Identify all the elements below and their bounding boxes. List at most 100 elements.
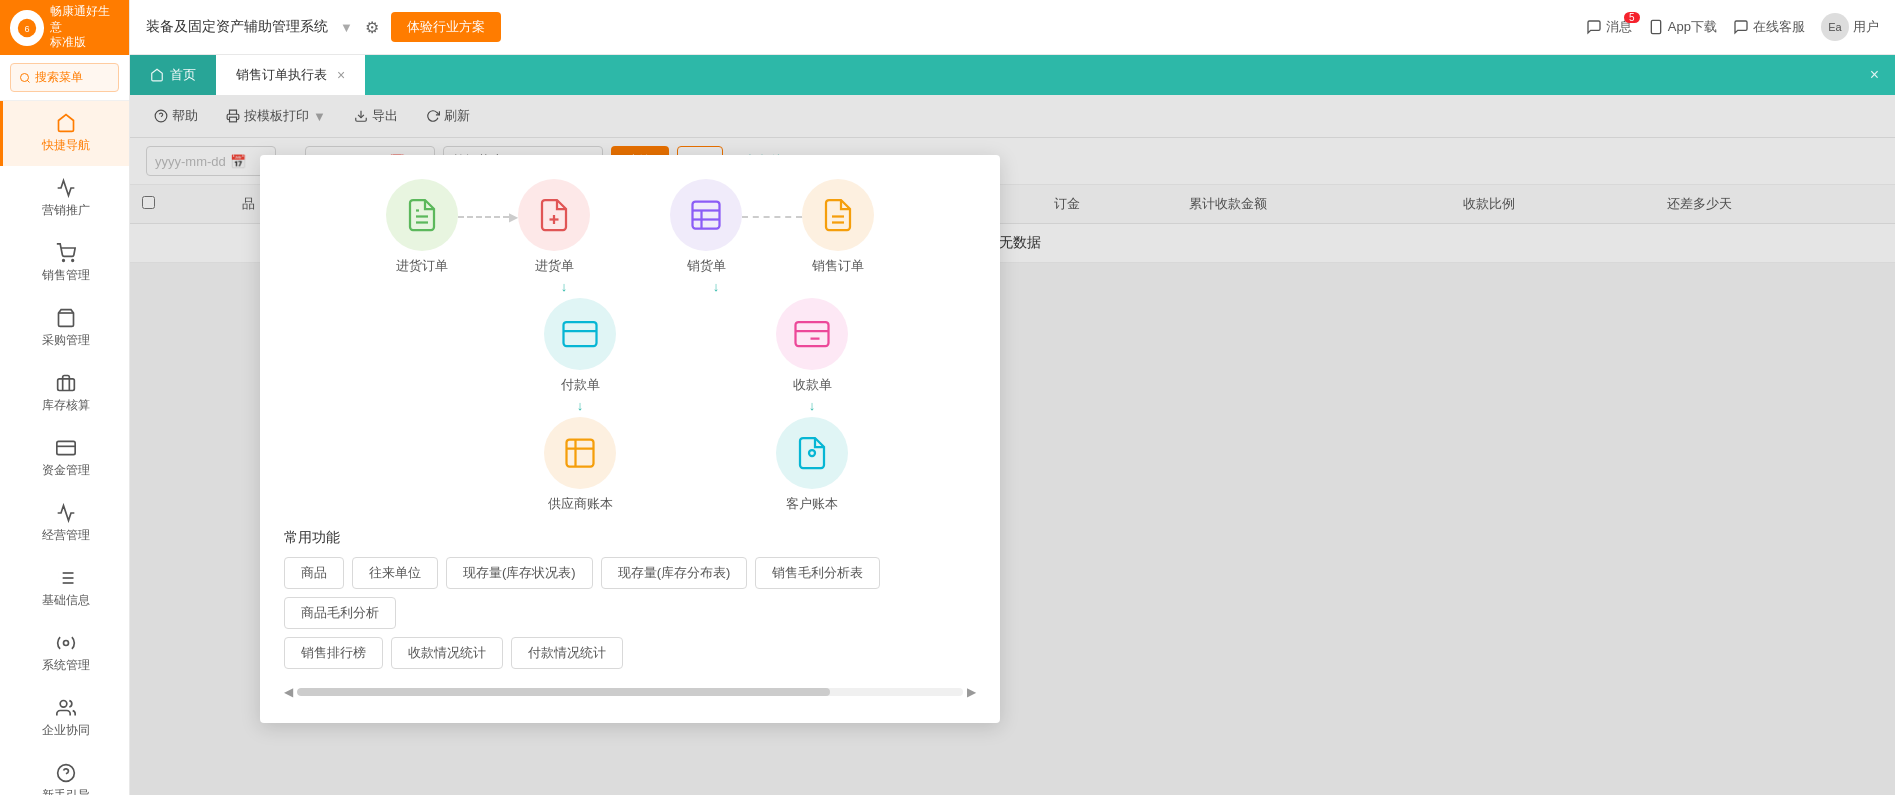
svg-point-16 (60, 701, 67, 708)
payment-bill-circle[interactable] (544, 298, 616, 370)
sidebar-search: 搜索菜单 (0, 55, 129, 101)
sidebar-item-inventory[interactable]: 库存核算 (0, 361, 129, 426)
svg-rect-39 (567, 440, 594, 467)
func-btn-3[interactable]: 现存量(库存分布表) (601, 557, 748, 589)
common-funcs-title: 常用功能 (284, 529, 976, 547)
supplier-account-node: 供应商账本 (544, 417, 616, 513)
logo-text-line1: 畅康通好生意 (50, 4, 119, 35)
popup-scrollbar: ◀ ▶ (284, 685, 976, 699)
tab-home[interactable]: 首页 (130, 55, 216, 95)
func-btn-0[interactable]: 商品 (284, 557, 344, 589)
search-menu-button[interactable]: 搜索菜单 (10, 63, 119, 92)
func-btn-1[interactable]: 往来单位 (352, 557, 438, 589)
experience-btn[interactable]: 体验行业方案 (391, 12, 501, 42)
sidebar-item-enterprise[interactable]: 企业协同 (0, 686, 129, 751)
main-area: 装备及固定资产辅助管理系统 ▼ ⚙ 体验行业方案 消息 5 App下载 在线客服 (130, 0, 1895, 795)
svg-rect-6 (58, 379, 75, 391)
down-arrow-purchase: ↓ (528, 279, 600, 294)
svg-point-15 (64, 641, 69, 646)
customer-account-node: 客户账本 (776, 417, 848, 513)
flow-row-2: 付款单 收款单 (412, 298, 848, 394)
sales-order-flow-label: 销售订单 (812, 257, 864, 275)
logo-text-line2: 标准版 (50, 35, 119, 51)
svg-point-4 (72, 260, 74, 262)
content-area: 帮助 按模板打印 ▼ 导出 刷新 yyyy-m (130, 95, 1895, 795)
sidebar-item-finance[interactable]: 资金管理 (0, 426, 129, 491)
func-btn-4[interactable]: 销售毛利分析表 (755, 557, 880, 589)
func-btn-2[interactable]: 现存量(库存状况表) (446, 557, 593, 589)
scroll-left-arrow[interactable]: ◀ (284, 685, 293, 699)
sidebar-item-basic-info[interactable]: 基础信息 (0, 556, 129, 621)
svg-rect-7 (57, 441, 75, 454)
message-badge: 5 (1624, 12, 1640, 23)
svg-text:6: 6 (25, 23, 30, 33)
purchase-bill-label: 进货单 (535, 257, 574, 275)
scrollbar-track[interactable] (297, 688, 963, 696)
sales-bill-label: 销货单 (687, 257, 726, 275)
sidebar-item-purchase[interactable]: 采购管理 (0, 296, 129, 361)
flow-row-3-arrows: ↓ ↓ (284, 398, 976, 413)
avatar: Ea (1821, 13, 1849, 41)
tab-sales-order[interactable]: 销售订单执行表 × (216, 55, 365, 95)
online-service-label: 在线客服 (1753, 18, 1805, 36)
app-download-action[interactable]: App下载 (1648, 18, 1717, 36)
sidebar-item-marketing[interactable]: 营销推广 (0, 166, 129, 231)
online-service-action[interactable]: 在线客服 (1733, 18, 1805, 36)
sales-bill-node: 销货单 (670, 179, 742, 275)
system-title: 装备及固定资产辅助管理系统 (146, 18, 328, 36)
svg-rect-35 (564, 322, 597, 346)
avatar-text: Ea (1828, 21, 1841, 33)
logo-icon: 6 (10, 10, 44, 46)
payment-bill-label: 付款单 (561, 376, 600, 394)
down-arrow-payment: ↓ (544, 398, 616, 413)
sidebar-item-operations[interactable]: 经营管理 (0, 491, 129, 556)
common-funcs-btns-2: 销售排行榜 收款情况统计 付款情况统计 (284, 637, 976, 669)
func-btn-7[interactable]: 收款情况统计 (391, 637, 503, 669)
common-functions: 常用功能 商品 往来单位 现存量(库存状况表) 现存量(库存分布表) 销售毛利分… (284, 529, 976, 669)
arrow-2 (742, 216, 802, 218)
svg-point-3 (63, 260, 65, 262)
tab-close-icon[interactable]: × (337, 67, 345, 83)
sales-order-circle[interactable] (802, 179, 874, 251)
user-label: 用户 (1853, 18, 1879, 36)
tabbar: 首页 销售订单执行表 × × (130, 55, 1895, 95)
sales-bill-circle[interactable] (670, 179, 742, 251)
func-btn-5[interactable]: 商品毛利分析 (284, 597, 396, 629)
message-action[interactable]: 消息 5 (1586, 18, 1632, 36)
popup-panel: 进货订单 ▶ 进货单 (260, 155, 1000, 723)
payment-bill-node: 付款单 (544, 298, 616, 394)
purchase-order-circle[interactable] (386, 179, 458, 251)
down-arrow-sales: ↓ (680, 279, 752, 294)
receipt-bill-circle[interactable] (776, 298, 848, 370)
flow-row-3: 供应商账本 客户账本 (412, 417, 848, 513)
topbar: 装备及固定资产辅助管理系统 ▼ ⚙ 体验行业方案 消息 5 App下载 在线客服 (130, 0, 1895, 55)
tab-sales-order-label: 销售订单执行表 (236, 66, 327, 84)
purchase-bill-circle[interactable] (518, 179, 590, 251)
tab-home-label: 首页 (170, 66, 196, 84)
svg-point-2 (21, 73, 29, 81)
sidebar-item-newbie[interactable]: 新手引导 (0, 751, 129, 795)
user-action[interactable]: Ea 用户 (1821, 13, 1879, 41)
receipt-bill-node: 收款单 (776, 298, 848, 394)
customer-account-circle[interactable] (776, 417, 848, 489)
scroll-right-arrow[interactable]: ▶ (967, 685, 976, 699)
svg-rect-19 (1651, 20, 1660, 33)
svg-rect-37 (796, 322, 829, 346)
func-btn-6[interactable]: 销售排行榜 (284, 637, 383, 669)
purchase-order-node: 进货订单 (386, 179, 458, 275)
arrow-1: ▶ (458, 210, 518, 224)
topbar-actions: 消息 5 App下载 在线客服 Ea 用户 (1586, 13, 1879, 41)
func-btn-8[interactable]: 付款情况统计 (511, 637, 623, 669)
settings-icon[interactable]: ⚙ (365, 18, 379, 37)
purchase-order-label: 进货订单 (396, 257, 448, 275)
sidebar-item-sales[interactable]: 销售管理 (0, 231, 129, 296)
supplier-account-circle[interactable] (544, 417, 616, 489)
common-funcs-btns: 商品 往来单位 现存量(库存状况表) 现存量(库存分布表) 销售毛利分析表 商品… (284, 557, 976, 629)
dropdown-icon[interactable]: ▼ (340, 20, 353, 35)
flow-diagram: 进货订单 ▶ 进货单 (284, 179, 976, 513)
sidebar-nav: 快捷导航 营销推广 销售管理 采购管理 库存核算 资金管理 (0, 101, 129, 795)
sidebar-item-system[interactable]: 系统管理 (0, 621, 129, 686)
app-download-label: App下载 (1668, 18, 1717, 36)
close-all-tabs[interactable]: × (1854, 66, 1895, 84)
sidebar-item-quick-nav[interactable]: 快捷导航 (0, 101, 129, 166)
